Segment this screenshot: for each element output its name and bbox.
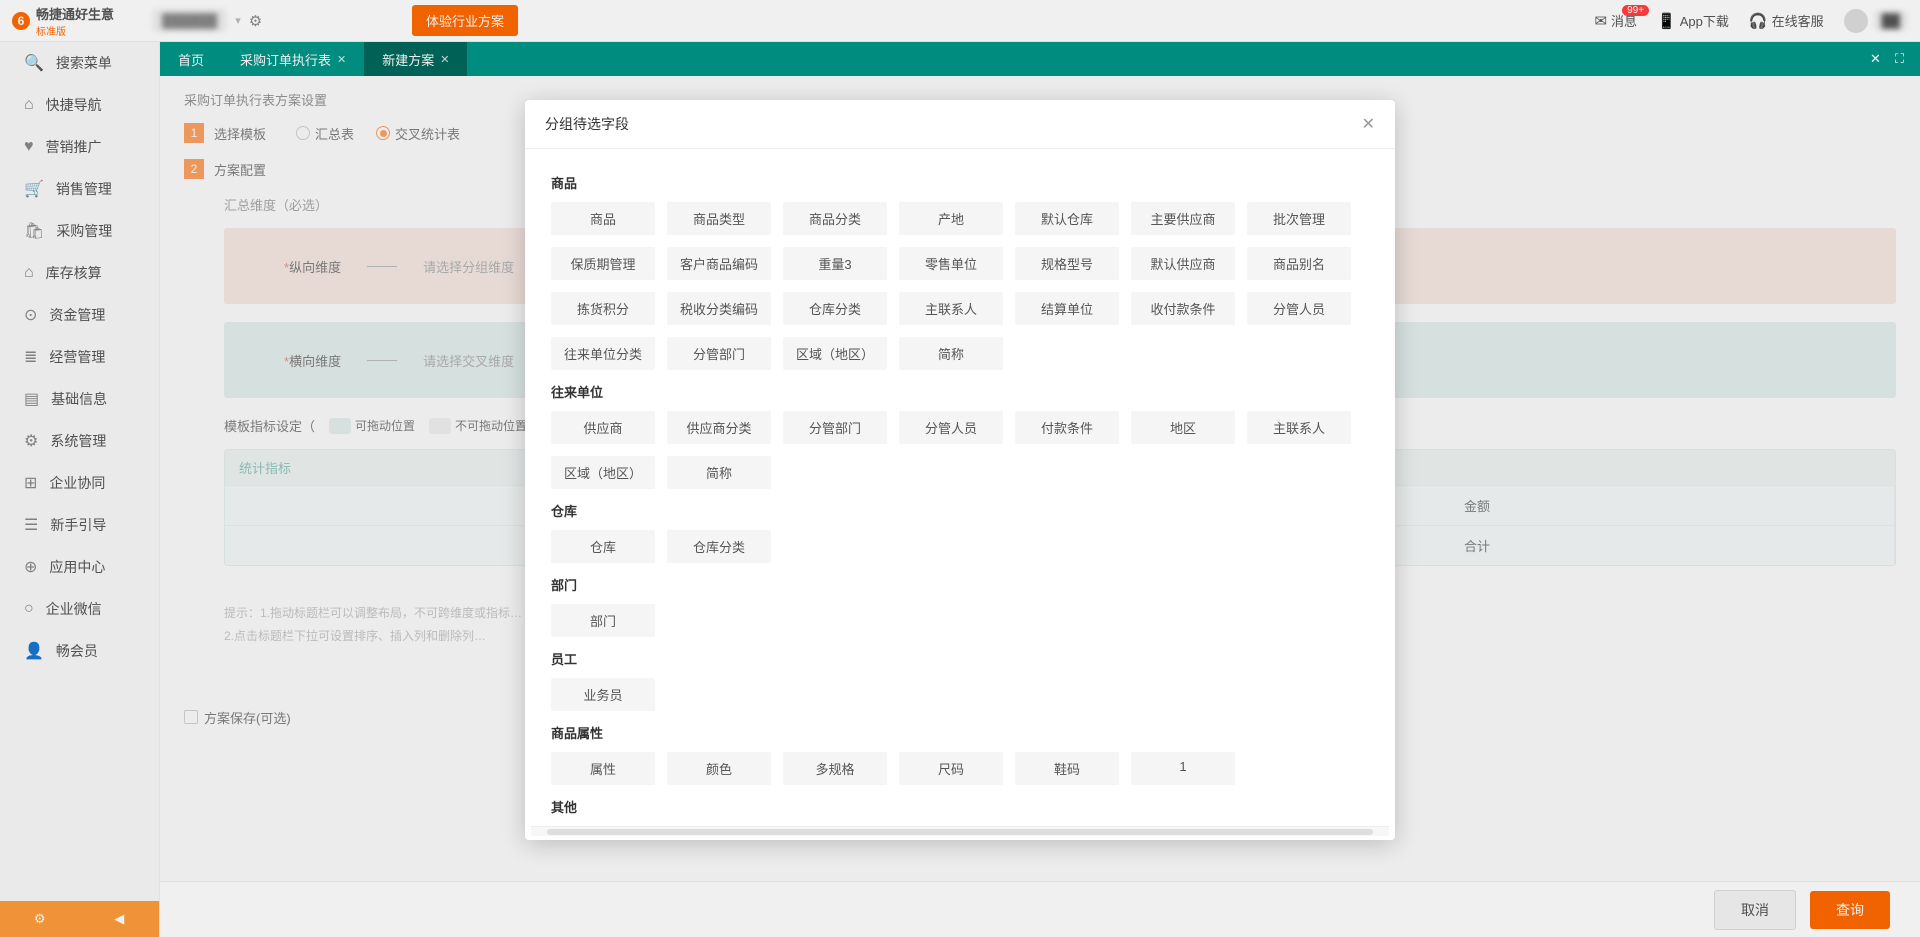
modal-body: 商品商品商品类型商品分类产地默认仓库主要供应商批次管理保质期管理客户商品编码重量… bbox=[525, 149, 1395, 826]
field-tag[interactable]: 鞋码 bbox=[1015, 752, 1119, 785]
field-tag[interactable]: 多规格 bbox=[783, 752, 887, 785]
field-group-5: 商品属性属性颜色多规格尺码鞋码 1 bbox=[551, 723, 1369, 785]
field-tag[interactable]: 部门 bbox=[551, 604, 655, 637]
field-group-6: 其他 bbox=[551, 797, 1369, 826]
field-group-2: 仓库仓库仓库分类 bbox=[551, 501, 1369, 563]
field-tag[interactable]: 区域（地区） bbox=[551, 456, 655, 489]
field-tag[interactable]: 保质期管理 bbox=[551, 247, 655, 280]
field-tag[interactable]: 主要供应商 bbox=[1131, 202, 1235, 235]
field-tag[interactable]: 供应商 bbox=[551, 411, 655, 444]
close-icon[interactable]: ✕ bbox=[1362, 114, 1375, 134]
field-tag[interactable]: 默认供应商 bbox=[1131, 247, 1235, 280]
field-tag[interactable]: 分管人员 bbox=[1247, 292, 1351, 325]
field-group-4: 员工业务员 bbox=[551, 649, 1369, 711]
field-tag[interactable]: 商品分类 bbox=[783, 202, 887, 235]
modal-title: 分组待选字段 bbox=[545, 114, 629, 134]
field-tag[interactable]: 1 bbox=[1131, 752, 1235, 785]
field-tag[interactable]: 收付款条件 bbox=[1131, 292, 1235, 325]
field-group-title: 仓库 bbox=[551, 501, 1369, 520]
field-group-title: 商品属性 bbox=[551, 723, 1369, 742]
field-tag[interactable]: 重量3 bbox=[783, 247, 887, 280]
field-select-modal: 分组待选字段 ✕ 商品商品商品类型商品分类产地默认仓库主要供应商批次管理保质期管… bbox=[525, 100, 1395, 840]
field-tag[interactable]: 税收分类编码 bbox=[667, 292, 771, 325]
field-tag[interactable]: 简称 bbox=[899, 337, 1003, 370]
field-tag[interactable]: 分管人员 bbox=[899, 411, 1003, 444]
modal-header: 分组待选字段 ✕ bbox=[525, 100, 1395, 149]
field-tag[interactable]: 仓库分类 bbox=[667, 530, 771, 563]
modal-mask: 分组待选字段 ✕ 商品商品商品类型商品分类产地默认仓库主要供应商批次管理保质期管… bbox=[0, 0, 1920, 937]
field-tag[interactable]: 简称 bbox=[667, 456, 771, 489]
field-tag[interactable]: 拣货积分 bbox=[551, 292, 655, 325]
field-tag[interactable]: 分管部门 bbox=[783, 411, 887, 444]
field-tag[interactable]: 区域（地区） bbox=[783, 337, 887, 370]
field-tag[interactable]: 属性 bbox=[551, 752, 655, 785]
field-tag[interactable]: 尺码 bbox=[899, 752, 1003, 785]
field-group-0: 商品商品商品类型商品分类产地默认仓库主要供应商批次管理保质期管理客户商品编码重量… bbox=[551, 173, 1369, 370]
field-tag[interactable]: 商品类型 bbox=[667, 202, 771, 235]
horizontal-scrollbar[interactable] bbox=[531, 826, 1389, 836]
field-tag[interactable]: 仓库分类 bbox=[783, 292, 887, 325]
field-tag[interactable]: 结算单位 bbox=[1015, 292, 1119, 325]
field-group-title: 商品 bbox=[551, 173, 1369, 192]
field-tag[interactable]: 商品 bbox=[551, 202, 655, 235]
field-tag[interactable]: 颜色 bbox=[667, 752, 771, 785]
field-tag[interactable]: 地区 bbox=[1131, 411, 1235, 444]
field-tag[interactable]: 供应商分类 bbox=[667, 411, 771, 444]
field-group-title: 其他 bbox=[551, 797, 1369, 816]
field-tag[interactable]: 规格型号 bbox=[1015, 247, 1119, 280]
field-tag[interactable]: 主联系人 bbox=[1247, 411, 1351, 444]
field-group-1: 往来单位供应商供应商分类分管部门分管人员付款条件地区主联系人区域（地区） 简称 bbox=[551, 382, 1369, 489]
field-group-3: 部门部门 bbox=[551, 575, 1369, 637]
field-tag[interactable]: 批次管理 bbox=[1247, 202, 1351, 235]
field-tag[interactable]: 商品别名 bbox=[1247, 247, 1351, 280]
field-group-title: 往来单位 bbox=[551, 382, 1369, 401]
field-tag[interactable]: 分管部门 bbox=[667, 337, 771, 370]
field-group-title: 部门 bbox=[551, 575, 1369, 594]
field-tag[interactable]: 零售单位 bbox=[899, 247, 1003, 280]
field-tag[interactable]: 往来单位分类 bbox=[551, 337, 655, 370]
field-group-title: 员工 bbox=[551, 649, 1369, 668]
field-tag[interactable]: 主联系人 bbox=[899, 292, 1003, 325]
field-tag[interactable]: 业务员 bbox=[551, 678, 655, 711]
field-tag[interactable]: 产地 bbox=[899, 202, 1003, 235]
field-tag[interactable]: 客户商品编码 bbox=[667, 247, 771, 280]
field-tag[interactable]: 仓库 bbox=[551, 530, 655, 563]
field-tag[interactable]: 默认仓库 bbox=[1015, 202, 1119, 235]
field-tag[interactable]: 付款条件 bbox=[1015, 411, 1119, 444]
